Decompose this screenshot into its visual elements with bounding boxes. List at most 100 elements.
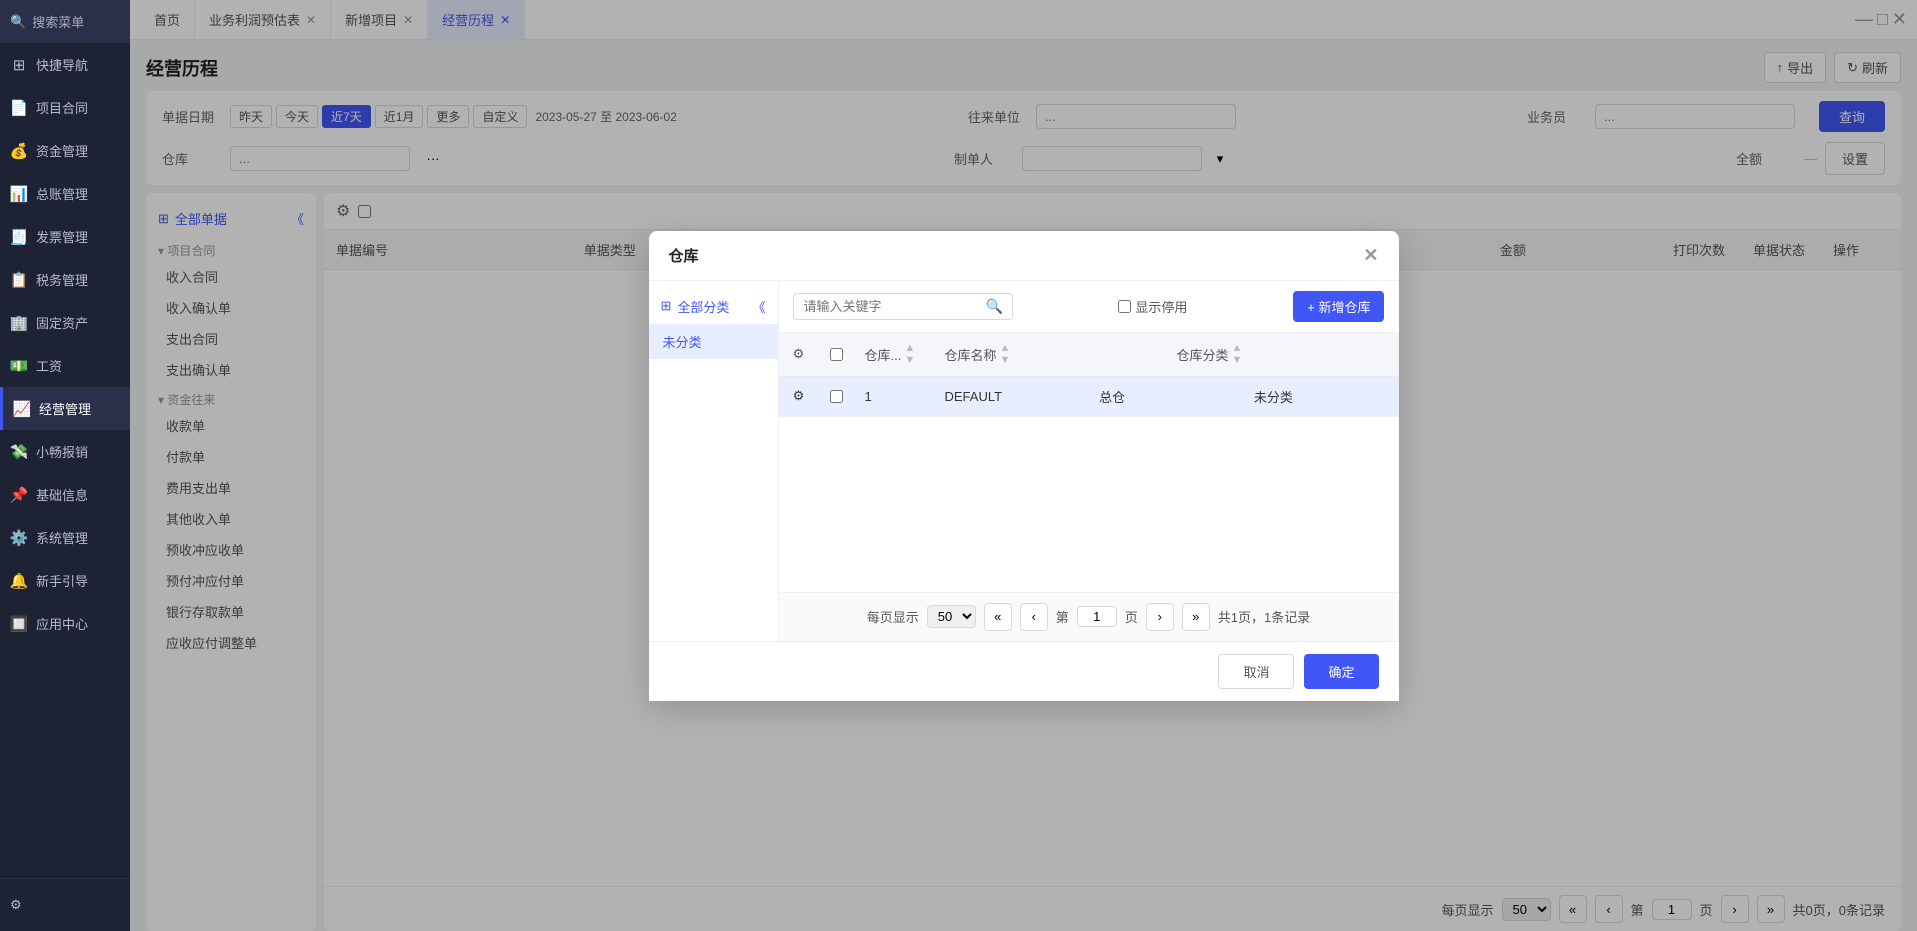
invoice-icon: 🧾 <box>10 228 28 246</box>
modal-col-name: 仓库名称 ▲▼ <box>935 333 1167 376</box>
sidebar-search-label: 搜索菜单 <box>32 12 84 31</box>
modal-per-page-select[interactable]: 50 <box>927 605 976 628</box>
assets-icon: 🏢 <box>10 314 28 332</box>
sidebar-item-business[interactable]: 📈 经营管理 <box>0 387 130 430</box>
sidebar-item-label: 系统管理 <box>36 528 88 547</box>
modal-table-row[interactable]: ⚙ 1 DEFAULT 总仓 <box>779 377 1399 417</box>
modal-row-id: 1 <box>855 377 935 416</box>
modal-table-header: ⚙ 仓库... ▲▼ 仓库名称 ▲▼ <box>779 333 1399 377</box>
sidebar-item-basic[interactable]: 📌 基础信息 <box>0 473 130 516</box>
modal-sidebar-uncategorized[interactable]: 未分类 <box>649 324 778 359</box>
modal-last-btn[interactable]: » <box>1182 603 1210 631</box>
modal-body: ⊞ 全部分类 《 未分类 🔍 显 <box>649 281 1399 641</box>
add-warehouse-button[interactable]: + 新增仓库 <box>1293 291 1384 322</box>
modal-collapse-icon[interactable]: 《 <box>752 297 765 316</box>
modal-row-check[interactable] <box>819 377 855 416</box>
modal-page-suffix: 页 <box>1125 607 1138 626</box>
sidebar-item-label: 小畅报销 <box>36 442 88 461</box>
sidebar-item-expense[interactable]: 💸 小畅报销 <box>0 430 130 473</box>
modal-col-category: 仓库分类 ▲▼ <box>1167 333 1399 376</box>
show-disabled-checkbox[interactable] <box>1118 300 1131 313</box>
modal-col-name-label: 仓库名称 <box>945 345 997 364</box>
modal-search-box[interactable]: 🔍 <box>793 293 1013 320</box>
sidebar-item-label: 经营管理 <box>39 399 91 418</box>
sidebar-item-tax[interactable]: 📋 税务管理 <box>0 258 130 301</box>
modal-toolbar: 🔍 显示停用 + 新增仓库 <box>779 281 1399 333</box>
sidebar-item-ledger[interactable]: 📊 总账管理 <box>0 172 130 215</box>
modal-row-warehouse-id: DEFAULT <box>935 377 1090 416</box>
modal-search-input[interactable] <box>804 299 980 314</box>
modal-select-all[interactable] <box>830 348 843 361</box>
cancel-button[interactable]: 取消 <box>1218 654 1294 689</box>
fund-icon: 💰 <box>10 142 28 160</box>
warehouse-modal: 仓库 ✕ ⊞ 全部分类 《 未分类 <box>649 231 1399 701</box>
modal-grid-icon: ⊞ <box>661 298 672 314</box>
modal-first-btn[interactable]: « <box>984 603 1012 631</box>
settings-icon: ⚙ <box>10 897 22 913</box>
sidebar-item-project[interactable]: 📄 项目合同 <box>0 86 130 129</box>
sidebar-item-salary[interactable]: 💵 工资 <box>0 344 130 387</box>
salary-icon: 💵 <box>10 357 28 375</box>
modal-page-input[interactable] <box>1077 606 1117 627</box>
modal-per-page-label: 每页显示 <box>867 607 919 626</box>
sidebar-item-label: 总账管理 <box>36 184 88 203</box>
sidebar-item-label: 固定资产 <box>36 313 88 332</box>
gear-icon[interactable]: ⚙ <box>793 346 805 362</box>
modal-row-category: 未分类 <box>1244 377 1399 416</box>
expense-icon: 💸 <box>10 443 28 461</box>
sidebar-bottom: ⚙ <box>0 878 130 931</box>
sort-icon-category: ▲▼ <box>1232 343 1243 366</box>
sidebar: 🔍 搜索菜单 ⊞ 快捷导航 📄 项目合同 💰 资金管理 📊 总账管理 🧾 发票管… <box>0 0 130 931</box>
modal-close-button[interactable]: ✕ <box>1363 246 1378 264</box>
modal-sidebar-all[interactable]: ⊞ 全部分类 《 <box>649 289 778 324</box>
guide-icon: 🔔 <box>10 572 28 590</box>
modal-page-label: 第 <box>1056 607 1069 626</box>
modal-row-checkbox[interactable] <box>830 390 843 403</box>
quicknav-icon: ⊞ <box>10 56 28 74</box>
row-gear-icon: ⚙ <box>793 388 805 404</box>
search-icon: 🔍 <box>10 14 26 30</box>
sidebar-item-fund[interactable]: 💰 资金管理 <box>0 129 130 172</box>
system-icon: ⚙️ <box>10 529 28 547</box>
sidebar-item-label: 资金管理 <box>36 141 88 160</box>
sidebar-item-assets[interactable]: 🏢 固定资产 <box>0 301 130 344</box>
modal-header: 仓库 ✕ <box>649 231 1399 281</box>
modal-row-gear: ⚙ <box>779 377 819 416</box>
sidebar-item-appcenter[interactable]: 🔲 应用中心 <box>0 602 130 645</box>
add-warehouse-label: + 新增仓库 <box>1307 297 1370 316</box>
row-category-value: 未分类 <box>1254 387 1293 406</box>
modal-pagination: 每页显示 50 « ‹ 第 页 › » 共1页，1条记录 <box>779 592 1399 641</box>
modal-title: 仓库 <box>669 245 699 266</box>
modal-sidebar: ⊞ 全部分类 《 未分类 <box>649 281 779 641</box>
modal-search-icon: 🔍 <box>986 298 1003 315</box>
sidebar-settings[interactable]: ⚙ <box>0 887 130 923</box>
sidebar-item-label: 快捷导航 <box>36 55 88 74</box>
modal-next-btn[interactable]: › <box>1146 603 1174 631</box>
modal-col-id-label: 仓库... <box>865 345 902 364</box>
sort-icon-id: ▲▼ <box>904 343 915 366</box>
modal-row-name: 总仓 <box>1089 377 1244 416</box>
modal-main: 🔍 显示停用 + 新增仓库 ⚙ <box>779 281 1399 641</box>
modal-prev-btn[interactable]: ‹ <box>1020 603 1048 631</box>
ledger-icon: 📊 <box>10 185 28 203</box>
sidebar-item-label: 税务管理 <box>36 270 88 289</box>
modal-col-id: 仓库... ▲▼ <box>855 333 935 376</box>
modal-uncategorized-label: 未分类 <box>663 335 702 350</box>
show-disabled-label[interactable]: 显示停用 <box>1118 297 1187 316</box>
sidebar-item-invoice[interactable]: 🧾 发票管理 <box>0 215 130 258</box>
sidebar-item-label: 发票管理 <box>36 227 88 246</box>
sidebar-item-label: 新手引导 <box>36 571 88 590</box>
sidebar-item-quicknav[interactable]: ⊞ 快捷导航 <box>0 43 130 86</box>
project-icon: 📄 <box>10 99 28 117</box>
sidebar-item-guide[interactable]: 🔔 新手引导 <box>0 559 130 602</box>
sidebar-item-system[interactable]: ⚙️ 系统管理 <box>0 516 130 559</box>
sidebar-search[interactable]: 🔍 搜索菜单 <box>0 0 130 43</box>
show-disabled-text: 显示停用 <box>1135 297 1187 316</box>
modal-total-info: 共1页，1条记录 <box>1218 607 1310 626</box>
modal-col-category-label: 仓库分类 <box>1177 345 1229 364</box>
confirm-button[interactable]: 确定 <box>1304 654 1378 689</box>
sidebar-item-label: 项目合同 <box>36 98 88 117</box>
appcenter-icon: 🔲 <box>10 615 28 633</box>
sort-icon-name: ▲▼ <box>1000 343 1011 366</box>
row-id-value: 1 <box>865 389 872 404</box>
